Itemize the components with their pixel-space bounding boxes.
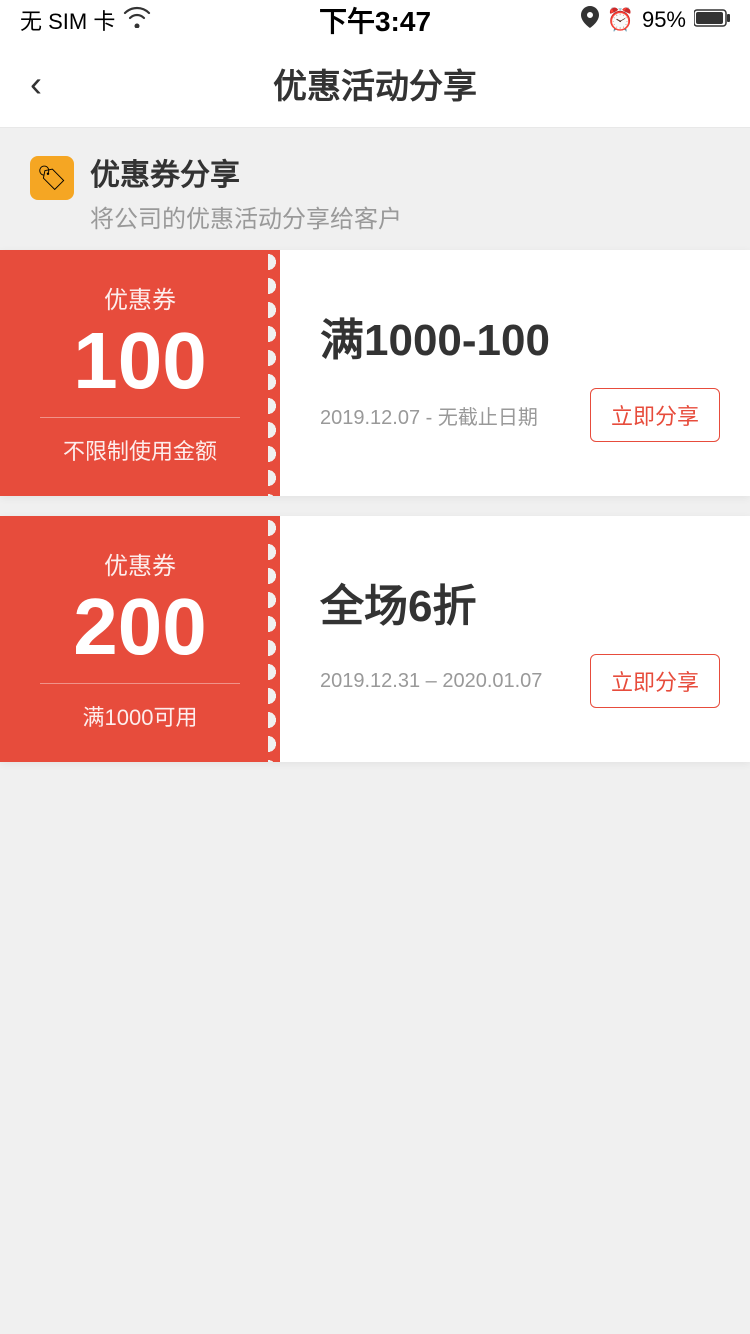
coupon-date-2: 2019.12.31 – 2020.01.07 bbox=[320, 670, 574, 693]
coupon-date-1: 2019.12.07 - 无截止日期 bbox=[320, 401, 574, 430]
carrier-text: 无 SIM 卡 bbox=[20, 4, 115, 36]
coupon-divider-2 bbox=[40, 683, 240, 684]
section-subtitle: 将公司的优惠活动分享给客户 bbox=[90, 199, 402, 234]
status-right: ⏰ 95% bbox=[581, 6, 730, 34]
bottom-area bbox=[0, 802, 750, 1302]
coupon-left-2: 优惠券 200 满1000可用 bbox=[0, 516, 280, 762]
section-title: 优惠券分享 bbox=[90, 156, 402, 195]
status-time: 下午3:47 bbox=[319, 0, 431, 40]
coupon-meta-2: 2019.12.31 – 2020.01.07 立即分享 bbox=[320, 654, 720, 708]
coupon-right-2: 全场6折 2019.12.31 – 2020.01.07 立即分享 bbox=[280, 516, 750, 762]
wifi-icon bbox=[123, 6, 151, 34]
status-bar: 无 SIM 卡 下午3:47 ⏰ 95% bbox=[0, 0, 750, 40]
coupon-amount-2: 200 bbox=[73, 587, 206, 667]
battery-icon bbox=[694, 7, 730, 33]
coupon-amount-1: 100 bbox=[73, 321, 206, 401]
page-title: 优惠活动分享 bbox=[273, 59, 477, 108]
coupon-right-1: 满1000-100 2019.12.07 - 无截止日期 立即分享 bbox=[280, 250, 750, 496]
back-button[interactable]: ‹ bbox=[30, 63, 42, 105]
coupon-left-1: 优惠券 100 不限制使用金额 bbox=[0, 250, 280, 496]
battery-text: 95% bbox=[642, 7, 686, 33]
coupon-name-2: 全场6折 bbox=[320, 570, 720, 634]
nav-bar: ‹ 优惠活动分享 bbox=[0, 40, 750, 128]
coupon-meta-1: 2019.12.07 - 无截止日期 立即分享 bbox=[320, 388, 720, 442]
alarm-icon: ⏰ bbox=[607, 7, 634, 33]
coupon-card-2: 优惠券 200 满1000可用 全场6折 2019.12.31 – 2020.0… bbox=[0, 516, 750, 762]
section-icon: 🏷 bbox=[30, 156, 74, 200]
coupon-divider-1 bbox=[40, 417, 240, 418]
section-text: 优惠券分享 将公司的优惠活动分享给客户 bbox=[90, 156, 402, 234]
coupon-card-1: 优惠券 100 不限制使用金额 满1000-100 2019.12.07 - 无… bbox=[0, 250, 750, 496]
coupon-label-1: 优惠券 bbox=[104, 280, 176, 315]
share-button-2[interactable]: 立即分享 bbox=[590, 654, 720, 708]
coupon-condition-2: 满1000可用 bbox=[83, 700, 198, 732]
coupons-container: 优惠券 100 不限制使用金额 满1000-100 2019.12.07 - 无… bbox=[0, 250, 750, 802]
share-button-1[interactable]: 立即分享 bbox=[590, 388, 720, 442]
section-header: 🏷 优惠券分享 将公司的优惠活动分享给客户 bbox=[0, 128, 750, 250]
coupon-condition-1: 不限制使用金额 bbox=[63, 434, 217, 466]
coupon-label-2: 优惠券 bbox=[104, 546, 176, 581]
coupon-name-1: 满1000-100 bbox=[320, 304, 720, 368]
status-left: 无 SIM 卡 bbox=[20, 4, 151, 36]
location-icon bbox=[581, 6, 599, 34]
